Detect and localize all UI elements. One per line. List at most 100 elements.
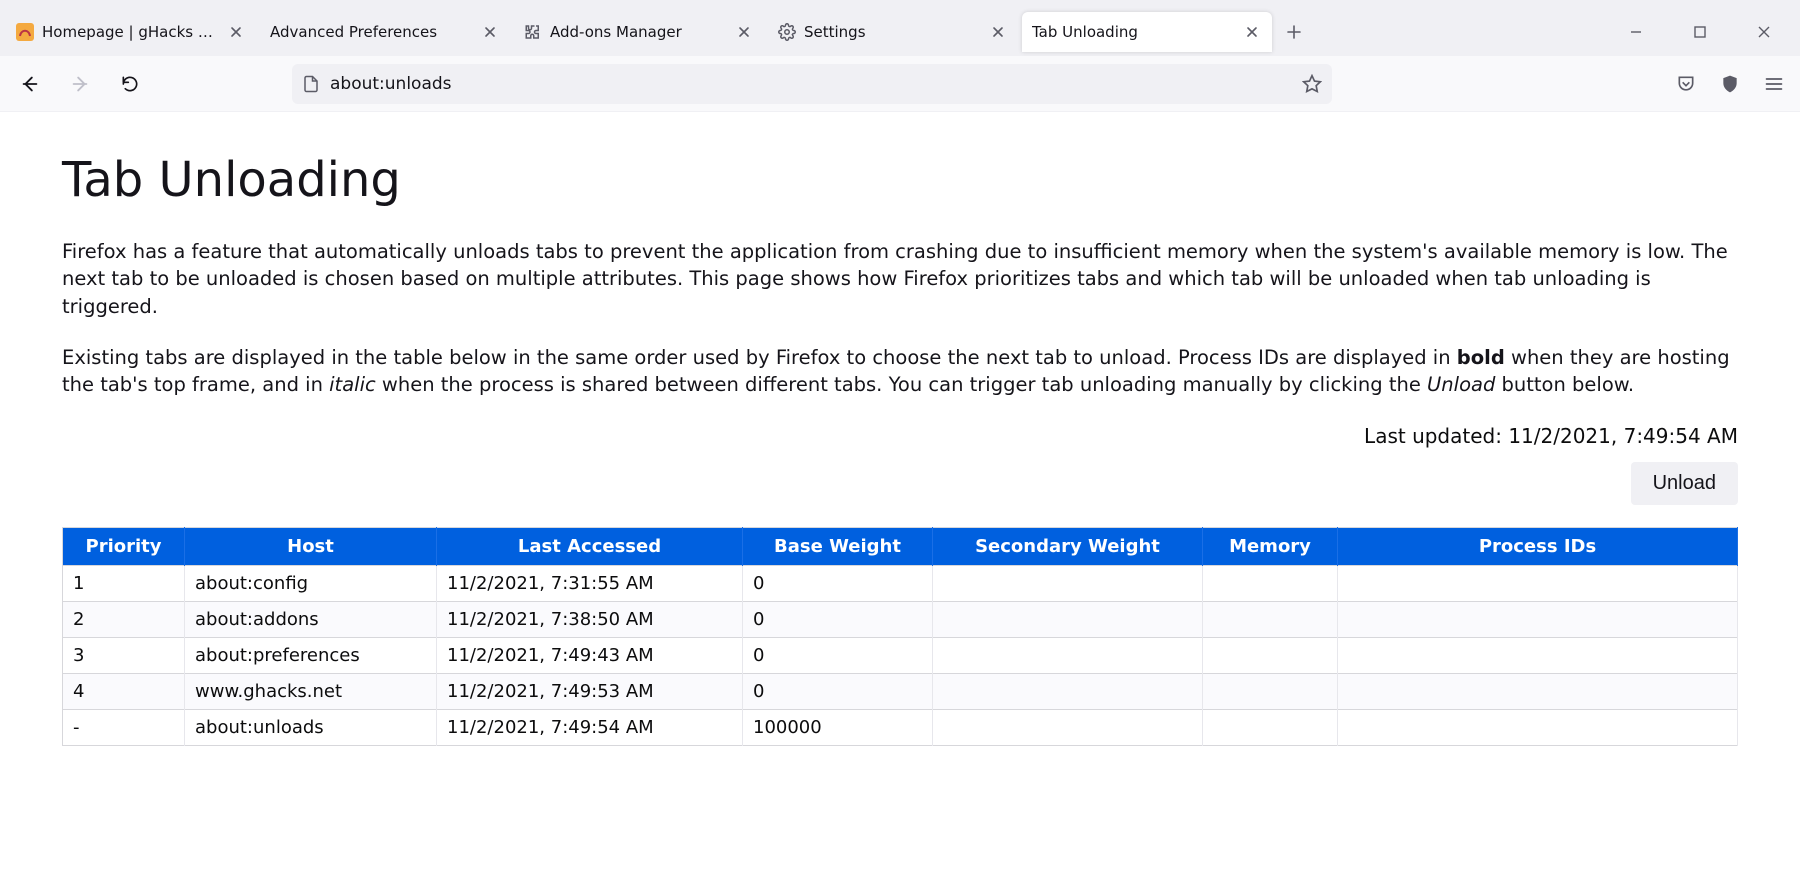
tab-ghacks[interactable]: Homepage | gHacks Tech: [6, 12, 256, 52]
close-icon: [230, 26, 242, 38]
page-info-icon[interactable]: [302, 75, 320, 93]
toolbar-right-icons: [1676, 74, 1788, 94]
tab-close-button[interactable]: [988, 22, 1008, 42]
cell-host: about:config: [185, 566, 437, 602]
table-row: 2about:addons11/2/2021, 7:38:50 AM0: [63, 602, 1738, 638]
url-bar[interactable]: about:unloads: [292, 64, 1332, 104]
app-menu-button[interactable]: [1764, 74, 1784, 94]
gear-icon: [778, 23, 796, 41]
cell-secondary_weight: [933, 638, 1203, 674]
plus-icon: [1286, 24, 1302, 40]
para2-part-c: when the process is shared between diffe…: [376, 373, 1427, 396]
unload-button[interactable]: Unload: [1631, 462, 1738, 505]
tab-advanced-preferences[interactable]: Advanced Preferences: [260, 12, 510, 52]
ublock-button[interactable]: [1720, 74, 1740, 94]
window-minimize-button[interactable]: [1618, 14, 1654, 50]
col-header-base-weight[interactable]: Base Weight: [743, 528, 933, 566]
cell-host: about:addons: [185, 602, 437, 638]
star-icon: [1302, 74, 1322, 94]
close-icon: [1246, 26, 1258, 38]
intro-paragraph-1: Firefox has a feature that automatically…: [62, 238, 1738, 320]
cell-process_ids: [1338, 602, 1738, 638]
cell-base_weight: 0: [743, 674, 933, 710]
page-title: Tab Unloading: [62, 152, 1738, 208]
para2-part-a: Existing tabs are displayed in the table…: [62, 346, 1457, 369]
tab-settings[interactable]: Settings: [768, 12, 1018, 52]
pocket-button[interactable]: [1676, 74, 1696, 94]
cell-last_accessed: 11/2/2021, 7:49:43 AM: [437, 638, 743, 674]
cell-base_weight: 0: [743, 638, 933, 674]
page-content: Tab Unloading Firefox has a feature that…: [0, 112, 1800, 786]
puzzle-icon: [524, 23, 542, 41]
col-header-memory[interactable]: Memory: [1203, 528, 1338, 566]
tab-close-button[interactable]: [480, 22, 500, 42]
cell-base_weight: 100000: [743, 710, 933, 746]
reload-icon: [120, 74, 140, 94]
tab-label: Homepage | gHacks Tech: [42, 23, 218, 41]
tab-unloading[interactable]: Tab Unloading: [1022, 12, 1272, 52]
cell-memory: [1203, 602, 1338, 638]
para2-bold: bold: [1457, 346, 1505, 369]
minimize-icon: [1629, 25, 1643, 39]
table-header-row: Priority Host Last Accessed Base Weight …: [63, 528, 1738, 566]
window-maximize-button[interactable]: [1682, 14, 1718, 50]
table-row: -about:unloads11/2/2021, 7:49:54 AM10000…: [63, 710, 1738, 746]
window-controls: [1618, 14, 1794, 50]
intro-paragraph-2: Existing tabs are displayed in the table…: [62, 344, 1738, 399]
navigation-toolbar: about:unloads: [0, 56, 1800, 112]
tab-close-button[interactable]: [734, 22, 754, 42]
tab-addons-manager[interactable]: Add-ons Manager: [514, 12, 764, 52]
table-row: 4www.ghacks.net11/2/2021, 7:49:53 AM0: [63, 674, 1738, 710]
cell-last_accessed: 11/2/2021, 7:31:55 AM: [437, 566, 743, 602]
close-icon: [484, 26, 496, 38]
cell-memory: [1203, 638, 1338, 674]
cell-process_ids: [1338, 566, 1738, 602]
cell-memory: [1203, 674, 1338, 710]
table-row: 3about:preferences11/2/2021, 7:49:43 AM0: [63, 638, 1738, 674]
cell-host: www.ghacks.net: [185, 674, 437, 710]
window-close-button[interactable]: [1746, 14, 1782, 50]
tabs-table: Priority Host Last Accessed Base Weight …: [62, 527, 1738, 746]
last-updated-label: Last updated:: [1364, 424, 1508, 448]
col-header-priority[interactable]: Priority: [63, 528, 185, 566]
para2-italic-2: Unload: [1427, 373, 1495, 396]
close-icon: [992, 26, 1004, 38]
pocket-icon: [1676, 74, 1696, 94]
col-header-last-accessed[interactable]: Last Accessed: [437, 528, 743, 566]
url-text: about:unloads: [330, 74, 1292, 94]
last-updated-row: Last updated: 11/2/2021, 7:49:54 AM Unlo…: [62, 424, 1738, 505]
tab-label: Advanced Preferences: [270, 23, 472, 41]
tab-label: Tab Unloading: [1032, 23, 1234, 41]
arrow-left-icon: [19, 73, 41, 95]
bookmark-star-button[interactable]: [1302, 74, 1322, 94]
reload-button[interactable]: [112, 66, 148, 102]
tab-close-button[interactable]: [226, 22, 246, 42]
cell-host: about:preferences: [185, 638, 437, 674]
forward-button[interactable]: [62, 66, 98, 102]
col-header-host[interactable]: Host: [185, 528, 437, 566]
cell-secondary_weight: [933, 602, 1203, 638]
col-header-secondary-weight[interactable]: Secondary Weight: [933, 528, 1203, 566]
arrow-right-icon: [69, 73, 91, 95]
cell-secondary_weight: [933, 566, 1203, 602]
cell-priority: 4: [63, 674, 185, 710]
cell-process_ids: [1338, 638, 1738, 674]
cell-secondary_weight: [933, 674, 1203, 710]
tab-close-button[interactable]: [1242, 22, 1262, 42]
last-updated-value: 11/2/2021, 7:49:54 AM: [1508, 424, 1738, 448]
para2-part-d: button below.: [1495, 373, 1634, 396]
tab-strip: Homepage | gHacks Tech Advanced Preferen…: [0, 0, 1800, 56]
cell-last_accessed: 11/2/2021, 7:49:53 AM: [437, 674, 743, 710]
back-button[interactable]: [12, 66, 48, 102]
hamburger-icon: [1764, 74, 1784, 94]
cell-host: about:unloads: [185, 710, 437, 746]
cell-last_accessed: 11/2/2021, 7:38:50 AM: [437, 602, 743, 638]
cell-memory: [1203, 710, 1338, 746]
ghacks-favicon-icon: [16, 23, 34, 41]
table-row: 1about:config11/2/2021, 7:31:55 AM0: [63, 566, 1738, 602]
col-header-process-ids[interactable]: Process IDs: [1338, 528, 1738, 566]
cell-base_weight: 0: [743, 566, 933, 602]
new-tab-button[interactable]: [1276, 14, 1312, 50]
last-updated-text: Last updated: 11/2/2021, 7:49:54 AM: [1364, 424, 1738, 448]
maximize-icon: [1693, 25, 1707, 39]
